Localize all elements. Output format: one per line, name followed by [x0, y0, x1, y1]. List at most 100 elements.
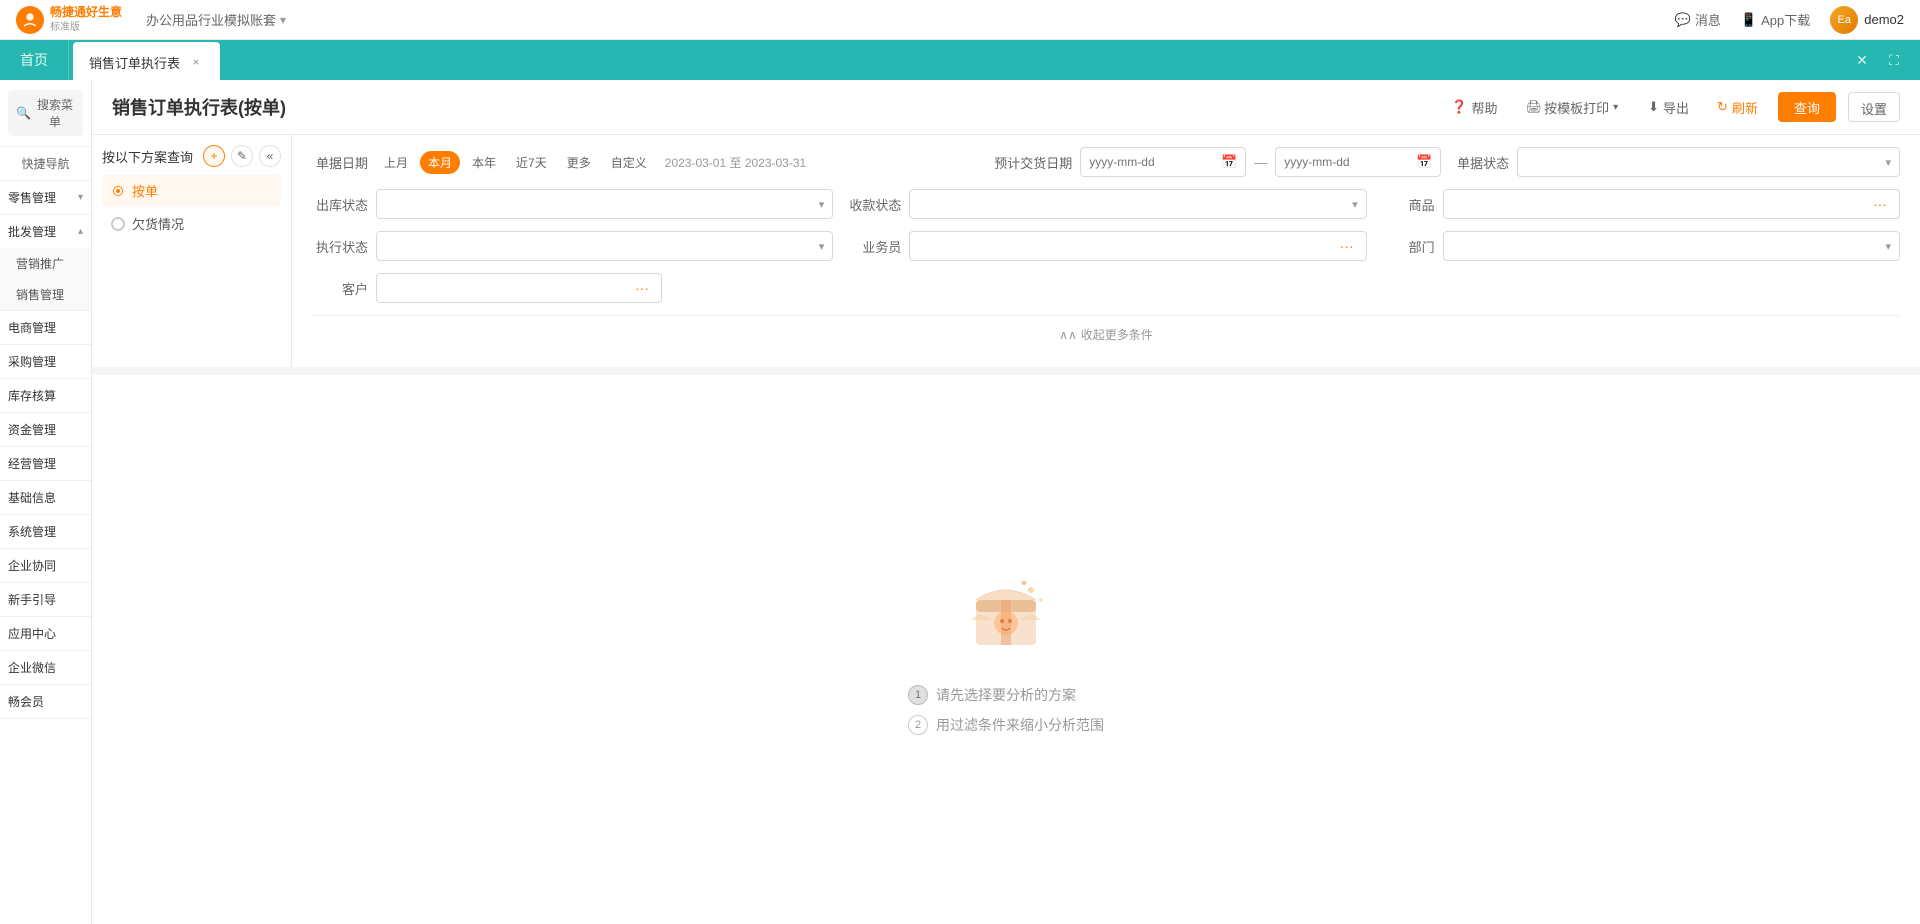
user-area[interactable]: Ea demo2 — [1830, 6, 1904, 34]
print-icon: 🖨 — [1526, 99, 1543, 115]
sidebar-item-marketing[interactable]: 营销推广 — [0, 248, 91, 279]
tab-close-icon[interactable]: × — [188, 54, 204, 70]
header-right: 💬 消息 📱 App下载 Ea demo2 — [1675, 6, 1904, 34]
product-more-icon[interactable]: ··· — [1869, 196, 1891, 212]
tab-close-window-icon[interactable]: ✕ — [1848, 46, 1876, 74]
tab-home-label: 首页 — [20, 50, 48, 70]
expected-date-start[interactable] — [1089, 155, 1215, 169]
tab-maximize-icon[interactable]: ⛶ — [1880, 46, 1908, 74]
logo-line1: 畅捷通好生意 — [50, 5, 122, 21]
breadcrumb[interactable]: 办公用品行业模拟账套 ▾ — [146, 10, 286, 29]
sidebar-item-quick-nav[interactable]: 快捷导航 — [0, 147, 91, 181]
step-1-number: 1 — [908, 685, 928, 705]
tab-active[interactable]: 销售订单执行表 × — [73, 42, 220, 82]
sidebar-item-wechat[interactable]: 企业微信 — [0, 651, 91, 684]
page-header: 销售订单执行表(按单) ❓ 帮助 🖨 按模板打印 ▾ ⬇ 导出 ↻ 刷新 — [92, 80, 1920, 135]
dept-select[interactable]: ▾ — [1443, 231, 1900, 261]
help-icon: ❓ — [1451, 99, 1467, 115]
logo-line2: 标准版 — [50, 21, 122, 34]
help-button[interactable]: ❓ 帮助 — [1443, 94, 1505, 121]
print-dropdown-icon[interactable]: ▾ — [1611, 102, 1620, 113]
main-area: 🔍 搜索菜单 快捷导航 零售管理 ▾ 批发管理 ▴ 营销推广 — [0, 80, 1920, 924]
step-2-text: 用过滤条件来缩小分析范围 — [936, 715, 1104, 735]
scheme-item-shortage[interactable]: 欠货情况 — [102, 208, 281, 239]
collapse-scheme-button[interactable]: « — [259, 145, 281, 167]
dept-field: 部门 ▾ — [1379, 231, 1900, 261]
sidebar-item-guide[interactable]: 新手引导 — [0, 583, 91, 616]
marketing-label: 营销推广 — [16, 255, 64, 272]
sidebar-item-system[interactable]: 系统管理 — [0, 515, 91, 548]
collapse-button[interactable]: ∧∧ 收起更多条件 — [1047, 322, 1165, 347]
exec-status-field: 执行状态 ▾ — [312, 231, 833, 261]
receipt-status-select[interactable]: ▾ — [909, 189, 1366, 219]
date-tab-current-month[interactable]: 本月 — [420, 151, 460, 174]
dept-label: 部门 — [1379, 237, 1435, 256]
sidebar-item-sales-mgmt[interactable]: 销售管理 — [0, 279, 91, 310]
finance-label: 资金管理 — [8, 421, 56, 438]
sidebar-item-finance[interactable]: 资金管理 — [0, 413, 91, 446]
sidebar-search-button[interactable]: 🔍 搜索菜单 — [8, 90, 83, 136]
sidebar-section-operations: 经营管理 — [0, 447, 91, 481]
scheme-item-by-order[interactable]: 按单 — [102, 175, 281, 206]
export-button[interactable]: ⬇ 导出 — [1640, 94, 1697, 121]
settings-button[interactable]: 设置 — [1848, 92, 1900, 122]
sales-mgmt-label: 销售管理 — [16, 286, 64, 303]
tab-home[interactable]: 首页 — [0, 40, 69, 80]
date-tab-current-year[interactable]: 本年 — [464, 151, 504, 174]
add-scheme-button[interactable]: + — [203, 145, 225, 167]
sidebar-item-purchase[interactable]: 采购管理 — [0, 345, 91, 378]
expected-date-field: 预计交货日期 📅 — 📅 — [994, 147, 1441, 177]
calendar-start-icon[interactable]: 📅 — [1221, 154, 1237, 170]
sidebar-section-basic-info: 基础信息 — [0, 481, 91, 515]
sidebar-item-inventory[interactable]: 库存核算 — [0, 379, 91, 412]
print-button[interactable]: 🖨 按模板打印 ▾ — [1518, 94, 1629, 121]
date-tab-last-7-days[interactable]: 近7天 — [508, 151, 555, 174]
message-icon: 💬 — [1675, 12, 1691, 28]
date-tab-custom[interactable]: 自定义 — [603, 151, 655, 174]
filter-row-1: 单据日期 上月 本月 本年 近7天 更多 自定义 2023-03-01 至 20… — [312, 147, 1900, 177]
gray-dot-icon — [111, 217, 125, 231]
empty-step-2: 2 用过滤条件来缩小分析范围 — [908, 715, 1104, 735]
expected-date-start-input[interactable]: 📅 — [1080, 147, 1246, 177]
breadcrumb-text: 办公用品行业模拟账套 — [146, 10, 276, 29]
sidebar-item-retail[interactable]: 零售管理 ▾ — [0, 181, 91, 214]
filter-row-3: 执行状态 ▾ 业务员 ··· 部门 — [312, 231, 1900, 261]
sidebar-item-wholesale[interactable]: 批发管理 ▴ — [0, 215, 91, 248]
message-action[interactable]: 💬 消息 — [1675, 10, 1721, 29]
basic-info-label: 基础信息 — [8, 489, 56, 506]
sidebar-section-wholesale: 批发管理 ▴ 营销推广 销售管理 — [0, 215, 91, 311]
inventory-label: 库存核算 — [8, 387, 56, 404]
sidebar-item-collab[interactable]: 企业协同 — [0, 549, 91, 582]
edit-scheme-button[interactable]: ✎ — [231, 145, 253, 167]
doc-status-select[interactable]: ▾ — [1517, 147, 1900, 177]
outbound-status-select[interactable]: ▾ — [376, 189, 833, 219]
sidebar-item-ecommerce[interactable]: 电商管理 — [0, 311, 91, 344]
sidebar-section-purchase: 采购管理 — [0, 345, 91, 379]
content-divider — [92, 367, 1920, 371]
date-separator-icon: — — [1250, 155, 1271, 170]
step-2-number: 2 — [908, 715, 928, 735]
sidebar-item-operations[interactable]: 经营管理 — [0, 447, 91, 480]
scheme-inactive-icon — [110, 216, 126, 232]
search-icon: 🔍 — [16, 106, 31, 120]
date-tab-more[interactable]: 更多 — [559, 151, 599, 174]
salesperson-more-icon[interactable]: ··· — [1336, 238, 1358, 254]
customer-more-icon[interactable]: ··· — [631, 280, 653, 296]
expected-date-end[interactable] — [1284, 155, 1410, 169]
refresh-label: 刷新 — [1732, 98, 1758, 117]
date-tab-last-month[interactable]: 上月 — [376, 151, 416, 174]
sidebar-item-app-center[interactable]: 应用中心 — [0, 617, 91, 650]
dept-chevron-icon: ▾ — [1885, 240, 1891, 253]
scheme-item-label: 按单 — [132, 181, 158, 200]
app-download-action[interactable]: 📱 App下载 — [1741, 10, 1810, 29]
sidebar-item-member[interactable]: 畅会员 — [0, 685, 91, 718]
logo-icon — [16, 6, 44, 34]
expected-date-end-input[interactable]: 📅 — [1275, 147, 1441, 177]
sidebar-item-basic-info[interactable]: 基础信息 — [0, 481, 91, 514]
exec-status-select[interactable]: ▾ — [376, 231, 833, 261]
search-button[interactable]: 查询 — [1778, 92, 1836, 122]
ecommerce-label: 电商管理 — [8, 319, 56, 336]
calendar-end-icon[interactable]: 📅 — [1416, 154, 1432, 170]
scheme-shortage-label: 欠货情况 — [132, 214, 184, 233]
refresh-button[interactable]: ↻ 刷新 — [1709, 94, 1766, 121]
